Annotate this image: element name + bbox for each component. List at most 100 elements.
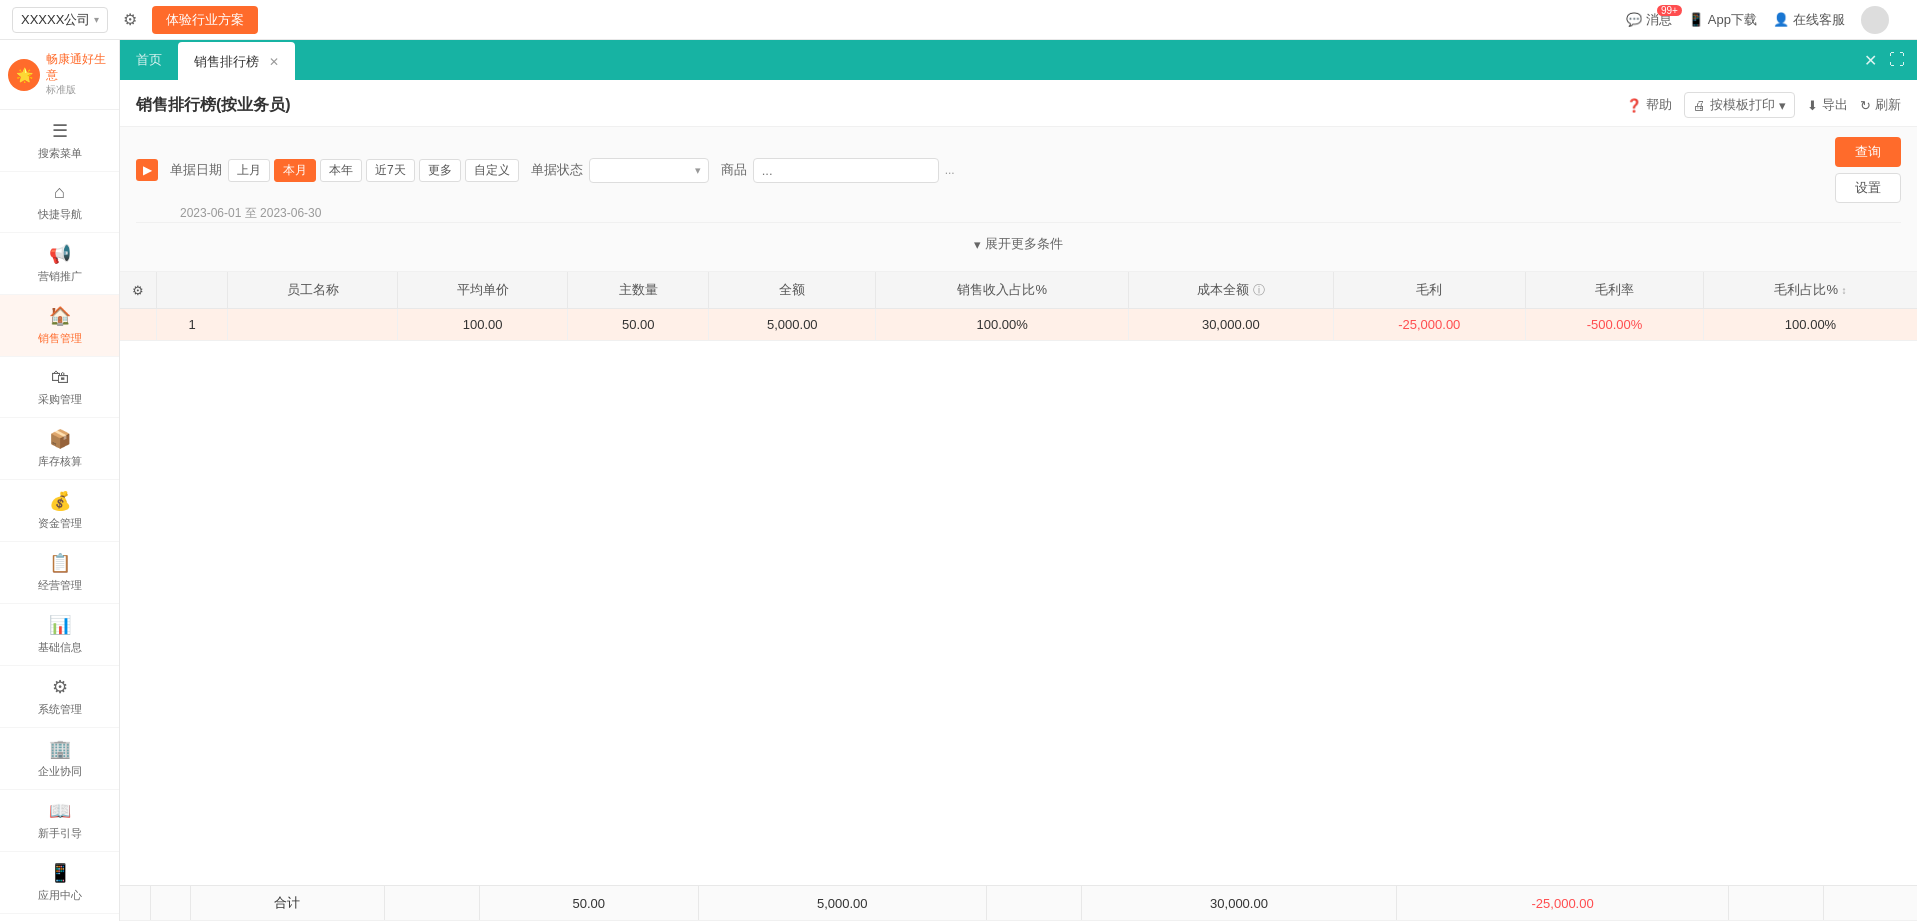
cell-settings	[120, 309, 157, 341]
sidebar-item-marketing[interactable]: 📢 营销推广	[0, 233, 119, 295]
tab-close-icon[interactable]: ✕	[269, 55, 279, 69]
status-filter-label: 单据状态	[531, 161, 583, 179]
page-header: 销售排行榜(按业务员) ❓ 帮助 🖨 按模板打印 ▾ ⬇ 导出	[120, 80, 1917, 127]
sidebar-label-purchase: 采购管理	[38, 392, 82, 407]
sidebar-item-system[interactable]: ⚙ 系统管理	[0, 666, 119, 728]
app-center-icon: 📱	[49, 862, 71, 884]
sidebar-label-operations: 经营管理	[38, 578, 82, 593]
help-label: 帮助	[1646, 96, 1672, 114]
sidebar-item-app-center[interactable]: 📱 应用中心	[0, 852, 119, 914]
goods-more-link[interactable]: ...	[945, 163, 955, 177]
cell-gross-rate: -500.00%	[1525, 309, 1703, 341]
help-button[interactable]: ❓ 帮助	[1626, 96, 1672, 114]
export-button[interactable]: ⬇ 导出	[1807, 96, 1848, 114]
tab-expand-icon[interactable]: ⛶	[1885, 47, 1909, 73]
logo-icon: 🌟	[8, 59, 40, 91]
logo-sub: 标准版	[46, 83, 111, 97]
refresh-button[interactable]: ↻ 刷新	[1860, 96, 1901, 114]
online-service-label: 在线客服	[1793, 11, 1845, 29]
col-sales-pct: 销售收入占比%	[876, 272, 1129, 309]
table-header-row: ⚙ 员工名称 平均单价 主数量 全额 销售收入占比% 成本全额 ⓘ 毛利 毛利率…	[120, 272, 1917, 309]
tab-home[interactable]: 首页	[120, 40, 178, 80]
sidebar-label-app-center: 应用中心	[38, 888, 82, 903]
sidebar-label-search-order: 搜索菜单	[38, 146, 82, 161]
header-actions: ❓ 帮助 🖨 按模板打印 ▾ ⬇ 导出 ↻ 刷新	[1626, 92, 1901, 118]
export-icon: ⬇	[1807, 98, 1818, 113]
print-arrow-icon: ▾	[1779, 98, 1786, 113]
settings-icon[interactable]: ⚙	[116, 6, 144, 34]
status-select[interactable]	[589, 158, 709, 183]
tab-bar: 首页 销售排行榜 ✕ ✕ ⛶	[120, 40, 1917, 80]
col-qty: 主数量	[568, 272, 709, 309]
query-button[interactable]: 查询	[1835, 137, 1901, 167]
top-right-area: 💬 消息 99+ 📱 App下载 👤 在线客服	[1626, 6, 1905, 34]
col-rank	[157, 272, 228, 309]
footer-cell-spacer1	[120, 886, 150, 921]
col-cost: 成本全额 ⓘ	[1129, 272, 1333, 309]
sidebar-label-inventory: 库存核算	[38, 454, 82, 469]
col-settings[interactable]: ⚙	[120, 272, 157, 309]
col-amount: 全额	[709, 272, 876, 309]
filter-toggle-btn[interactable]: ▶	[136, 159, 158, 181]
date-btn-custom[interactable]: 自定义	[465, 159, 519, 182]
sidebar-item-search-order[interactable]: ☰ 搜索菜单	[0, 110, 119, 172]
top-bar: XXXXX公司 ▾ ⚙ 体验行业方案 💬 消息 99+ 📱 App下载 👤 在线…	[0, 0, 1917, 40]
footer-cell-amount: 5,000.00	[698, 886, 986, 921]
expand-label: 展开更多条件	[985, 235, 1063, 253]
sidebar-item-sales[interactable]: 🏠 销售管理	[0, 295, 119, 357]
sidebar-item-guide[interactable]: 📖 新手引导	[0, 790, 119, 852]
date-btn-7days[interactable]: 近7天	[366, 159, 415, 182]
cell-gross: -25,000.00	[1333, 309, 1525, 341]
cell-cost: 30,000.00	[1129, 309, 1333, 341]
date-btn-more[interactable]: 更多	[419, 159, 461, 182]
date-range-text: 2023-06-01 至 2023-06-30	[180, 206, 321, 220]
date-btn-this-year[interactable]: 本年	[320, 159, 362, 182]
expand-chevron-icon: ▾	[974, 237, 981, 252]
online-service-button[interactable]: 👤 在线客服	[1773, 11, 1845, 29]
app-icon: 📱	[1688, 12, 1704, 27]
guide-icon: 📖	[49, 800, 71, 822]
company-arrow: ▾	[94, 14, 99, 25]
settings-button[interactable]: 设置	[1835, 173, 1901, 203]
export-label: 导出	[1822, 96, 1848, 114]
sidebar-item-quick-nav[interactable]: ⌂ 快捷导航	[0, 172, 119, 233]
expand-button[interactable]: ▾ 展开更多条件	[974, 235, 1063, 253]
operations-icon: 📋	[49, 552, 71, 574]
tab-home-label: 首页	[136, 51, 162, 69]
print-icon: 🖨	[1693, 98, 1706, 113]
table-row: 1 100.00 50.00 5,000.00 100.00% 30,000.0…	[120, 309, 1917, 341]
logo-text: 畅康通好生意	[46, 52, 111, 83]
message-button[interactable]: 💬 消息 99+	[1626, 11, 1672, 29]
enterprise-icon: 🏢	[49, 738, 71, 760]
sidebar-item-finance[interactable]: 💰 资金管理	[0, 480, 119, 542]
sidebar-item-operations[interactable]: 📋 经营管理	[0, 542, 119, 604]
sidebar-item-basic-info[interactable]: 📊 基础信息	[0, 604, 119, 666]
sidebar-item-inventory[interactable]: 📦 库存核算	[0, 418, 119, 480]
marketing-icon: 📢	[49, 243, 71, 265]
tab-bar-right: ✕ ⛶	[1860, 47, 1917, 74]
data-table: ⚙ 员工名称 平均单价 主数量 全额 销售收入占比% 成本全额 ⓘ 毛利 毛利率…	[120, 272, 1917, 341]
sidebar-item-enterprise[interactable]: 🏢 企业协同	[0, 728, 119, 790]
date-btn-this-month[interactable]: 本月	[274, 159, 316, 182]
refresh-icon: ↻	[1860, 98, 1871, 113]
goods-input[interactable]	[753, 158, 939, 183]
quick-nav-icon: ⌂	[54, 182, 65, 203]
cell-avg-price: 100.00	[398, 309, 568, 341]
basic-info-icon: 📊	[49, 614, 71, 636]
date-btn-last-month[interactable]: 上月	[228, 159, 270, 182]
tab-sales-rank[interactable]: 销售排行榜 ✕	[178, 42, 295, 82]
sidebar-item-purchase[interactable]: 🛍 采购管理	[0, 357, 119, 418]
industry-button[interactable]: 体验行业方案	[152, 6, 258, 34]
col-employee: 员工名称	[228, 272, 398, 309]
app-download-button[interactable]: 📱 App下载	[1688, 11, 1757, 29]
status-filter: 单据状态	[531, 158, 709, 183]
sort-icon[interactable]: ↕	[1842, 285, 1847, 296]
print-button[interactable]: 🖨 按模板打印 ▾	[1684, 92, 1795, 118]
sidebar-item-wechat[interactable]: 💬 企业微信	[0, 914, 119, 921]
cost-info-icon[interactable]: ⓘ	[1253, 283, 1265, 297]
sidebar-label-quick-nav: 快捷导航	[38, 207, 82, 222]
avatar[interactable]	[1861, 6, 1889, 34]
company-selector[interactable]: XXXXX公司 ▾	[12, 7, 108, 33]
footer-cell-cost: 30,000.00	[1081, 886, 1396, 921]
tab-close-all-icon[interactable]: ✕	[1860, 47, 1881, 74]
